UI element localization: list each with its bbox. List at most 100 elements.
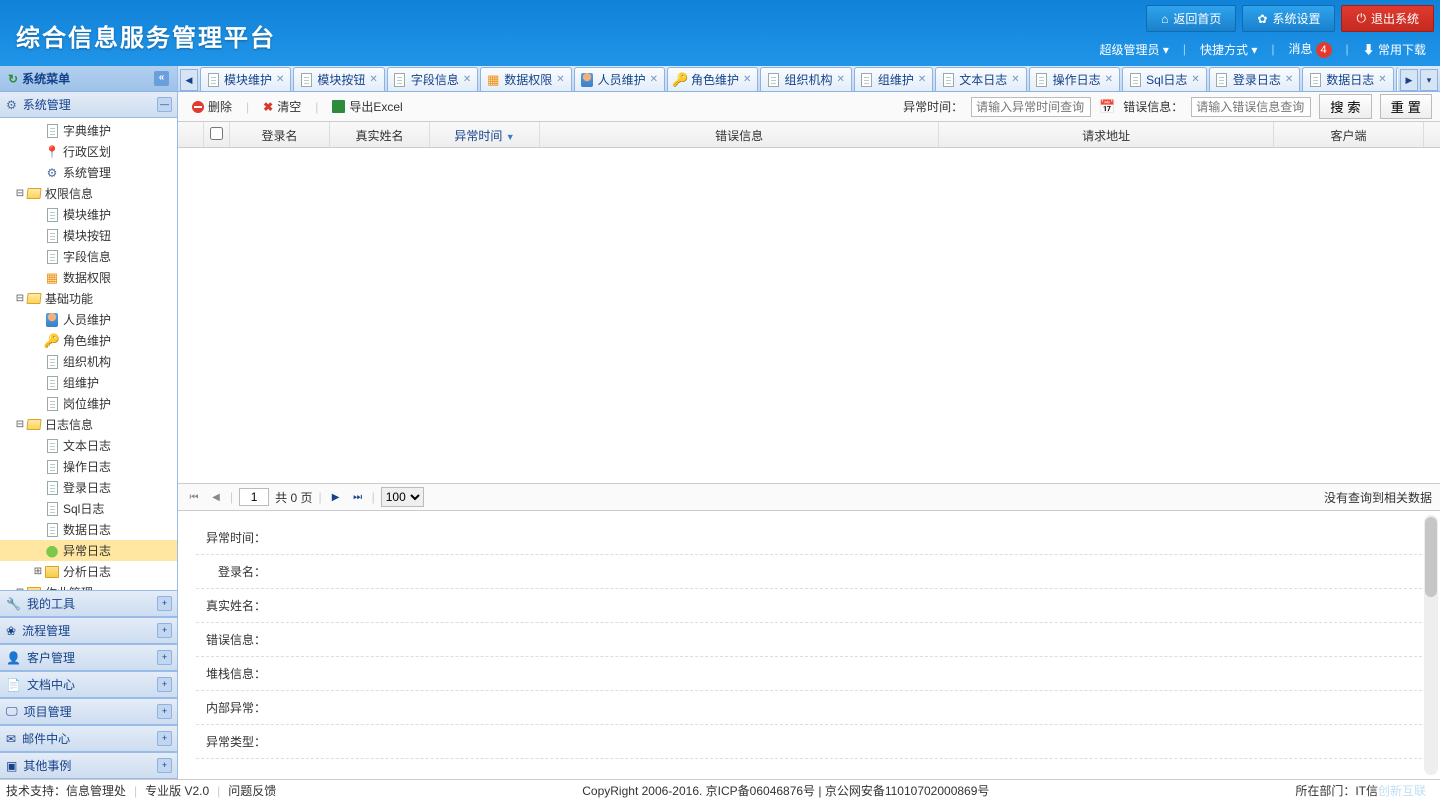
- tab-menu-icon[interactable]: ▾: [1420, 69, 1438, 91]
- tab-组维护[interactable]: 组维护✕: [854, 67, 933, 91]
- tree-node-数据权限[interactable]: ▦数据权限: [0, 267, 177, 288]
- grid-col-time[interactable]: 异常时间 ▼: [430, 122, 540, 147]
- calendar-icon[interactable]: 📅: [1099, 99, 1115, 115]
- tree-node-日志信息[interactable]: ⊟日志信息: [0, 414, 177, 435]
- tree-expander-icon[interactable]: ⊟: [14, 419, 26, 430]
- tree-node-作业管理[interactable]: ⊞作业管理: [0, 582, 177, 590]
- accordion-expand-icon[interactable]: +: [157, 623, 172, 638]
- download-link[interactable]: ⬇ 常用下载: [1363, 41, 1426, 58]
- tab-close-icon[interactable]: ✕: [1011, 74, 1019, 85]
- tab-close-icon[interactable]: ✕: [743, 74, 751, 85]
- reset-button[interactable]: 重 置: [1380, 94, 1432, 119]
- tab-close-icon[interactable]: ✕: [556, 74, 564, 85]
- tab-数据权限[interactable]: ▦数据权限✕: [480, 67, 571, 91]
- tree-node-字段信息[interactable]: 字段信息: [0, 246, 177, 267]
- tab-close-icon[interactable]: ✕: [650, 74, 658, 85]
- accordion-expand-icon[interactable]: +: [157, 758, 172, 773]
- tree-node-模块按钮[interactable]: 模块按钮: [0, 225, 177, 246]
- tree-node-组织机构[interactable]: 组织机构: [0, 351, 177, 372]
- grid-col-login[interactable]: 登录名: [230, 122, 330, 147]
- grid-col-realname[interactable]: 真实姓名: [330, 122, 430, 147]
- pager-pagesize-select[interactable]: 100: [381, 487, 424, 507]
- tree-node-文本日志[interactable]: 文本日志: [0, 435, 177, 456]
- tab-scroll-right[interactable]: ▶: [1400, 69, 1418, 91]
- error-filter-input[interactable]: [1191, 97, 1311, 117]
- time-filter-input[interactable]: [971, 97, 1091, 117]
- tab-人员维护[interactable]: 人员维护✕: [574, 67, 665, 91]
- tab-登录日志[interactable]: 登录日志✕: [1209, 67, 1300, 91]
- tab-操作日志[interactable]: 操作日志✕: [1029, 67, 1120, 91]
- tab-close-icon[interactable]: ✕: [918, 74, 926, 85]
- tree-node-系统管理[interactable]: ⚙系统管理: [0, 162, 177, 183]
- scrollbar-thumb[interactable]: [1425, 517, 1437, 597]
- grid-col-error[interactable]: 错误信息: [540, 122, 939, 147]
- tree-node-Sql日志[interactable]: Sql日志: [0, 498, 177, 519]
- tab-组织机构[interactable]: 组织机构✕: [760, 67, 851, 91]
- messages-link[interactable]: 消息4: [1289, 40, 1332, 58]
- user-menu[interactable]: 超级管理员 ▾: [1100, 41, 1169, 58]
- accordion-header-tools[interactable]: 🔧我的工具+: [0, 590, 177, 617]
- accordion-header-docs[interactable]: 📄文档中心+: [0, 671, 177, 698]
- home-button[interactable]: ⌂返回首页: [1146, 5, 1236, 32]
- tab-模块维护[interactable]: 模块维护✕: [200, 67, 291, 91]
- tab-scroll-left[interactable]: ◀: [180, 69, 198, 91]
- tree-node-异常日志[interactable]: 异常日志: [0, 540, 177, 561]
- pager-last[interactable]: ⏭: [350, 489, 366, 505]
- accordion-expand-icon[interactable]: +: [157, 650, 172, 665]
- accordion-expand-icon[interactable]: +: [157, 731, 172, 746]
- tree-node-操作日志[interactable]: 操作日志: [0, 456, 177, 477]
- refresh-icon[interactable]: ↻: [8, 72, 18, 86]
- accordion-header-mail[interactable]: ✉邮件中心+: [0, 725, 177, 752]
- tab-close-icon[interactable]: ✕: [1191, 74, 1199, 85]
- select-all-checkbox[interactable]: [210, 127, 223, 140]
- tree-expander-icon[interactable]: ⊟: [14, 188, 26, 199]
- tree-node-组维护[interactable]: 组维护: [0, 372, 177, 393]
- tree-node-模块维护[interactable]: 模块维护: [0, 204, 177, 225]
- delete-button[interactable]: 删除: [186, 96, 238, 117]
- tree-node-人员维护[interactable]: 人员维护: [0, 309, 177, 330]
- tab-close-icon[interactable]: ✕: [463, 74, 471, 85]
- accordion-header-flow[interactable]: ❀流程管理+: [0, 617, 177, 644]
- tree-node-数据日志[interactable]: 数据日志: [0, 519, 177, 540]
- tab-close-icon[interactable]: ✕: [1285, 74, 1293, 85]
- tab-文本日志[interactable]: 文本日志✕: [935, 67, 1026, 91]
- tab-Sql日志[interactable]: Sql日志✕: [1122, 67, 1207, 91]
- accordion-expand-icon[interactable]: +: [157, 596, 172, 611]
- accordion-header-other[interactable]: ▣其他事例+: [0, 752, 177, 779]
- settings-button[interactable]: ✿系统设置: [1242, 5, 1335, 32]
- tab-close-icon[interactable]: ✕: [369, 74, 377, 85]
- tab-角色维护[interactable]: 🔑角色维护✕: [667, 67, 758, 91]
- tab-close-icon[interactable]: ✕: [836, 74, 844, 85]
- detail-scrollbar[interactable]: [1424, 515, 1438, 775]
- tree-node-登录日志[interactable]: 登录日志: [0, 477, 177, 498]
- grid-col-url[interactable]: 请求地址: [939, 122, 1274, 147]
- tab-模块按钮[interactable]: 模块按钮✕: [293, 67, 384, 91]
- tab-close-icon[interactable]: ✕: [1105, 74, 1113, 85]
- quick-menu[interactable]: 快捷方式 ▾: [1200, 41, 1257, 58]
- tree-node-权限信息[interactable]: ⊟权限信息: [0, 183, 177, 204]
- tree-node-岗位维护[interactable]: 岗位维护: [0, 393, 177, 414]
- export-excel-button[interactable]: 导出Excel: [326, 96, 408, 117]
- clear-button[interactable]: ✖清空: [257, 96, 307, 117]
- accordion-header-project[interactable]: 🖵项目管理+: [0, 698, 177, 725]
- tree-node-行政区划[interactable]: 📍行政区划: [0, 141, 177, 162]
- accordion-expand-icon[interactable]: +: [157, 677, 172, 692]
- tree-node-基础功能[interactable]: ⊟基础功能: [0, 288, 177, 309]
- tab-异常日志[interactable]: 异常日志✕: [1396, 67, 1398, 91]
- tab-close-icon[interactable]: ✕: [276, 74, 284, 85]
- pager-page-input[interactable]: [239, 488, 269, 506]
- logout-button[interactable]: ⏻退出系统: [1341, 5, 1434, 32]
- accordion-header-sysmgmt[interactable]: ⚙系统管理—: [0, 92, 177, 118]
- tab-数据日志[interactable]: 数据日志✕: [1302, 67, 1393, 91]
- search-button[interactable]: 搜 索: [1319, 94, 1371, 119]
- tree-expander-icon[interactable]: ⊟: [14, 293, 26, 304]
- sidebar-collapse-icon[interactable]: «: [154, 71, 169, 86]
- accordion-header-customer[interactable]: 👤客户管理+: [0, 644, 177, 671]
- tab-close-icon[interactable]: ✕: [1378, 74, 1386, 85]
- tree-node-角色维护[interactable]: 🔑角色维护: [0, 330, 177, 351]
- accordion-expand-icon[interactable]: +: [157, 704, 172, 719]
- grid-col-client[interactable]: 客户端: [1274, 122, 1424, 147]
- tab-字段信息[interactable]: 字段信息✕: [387, 67, 478, 91]
- accordion-collapse-icon[interactable]: —: [157, 97, 172, 112]
- tree-node-分析日志[interactable]: ⊞分析日志: [0, 561, 177, 582]
